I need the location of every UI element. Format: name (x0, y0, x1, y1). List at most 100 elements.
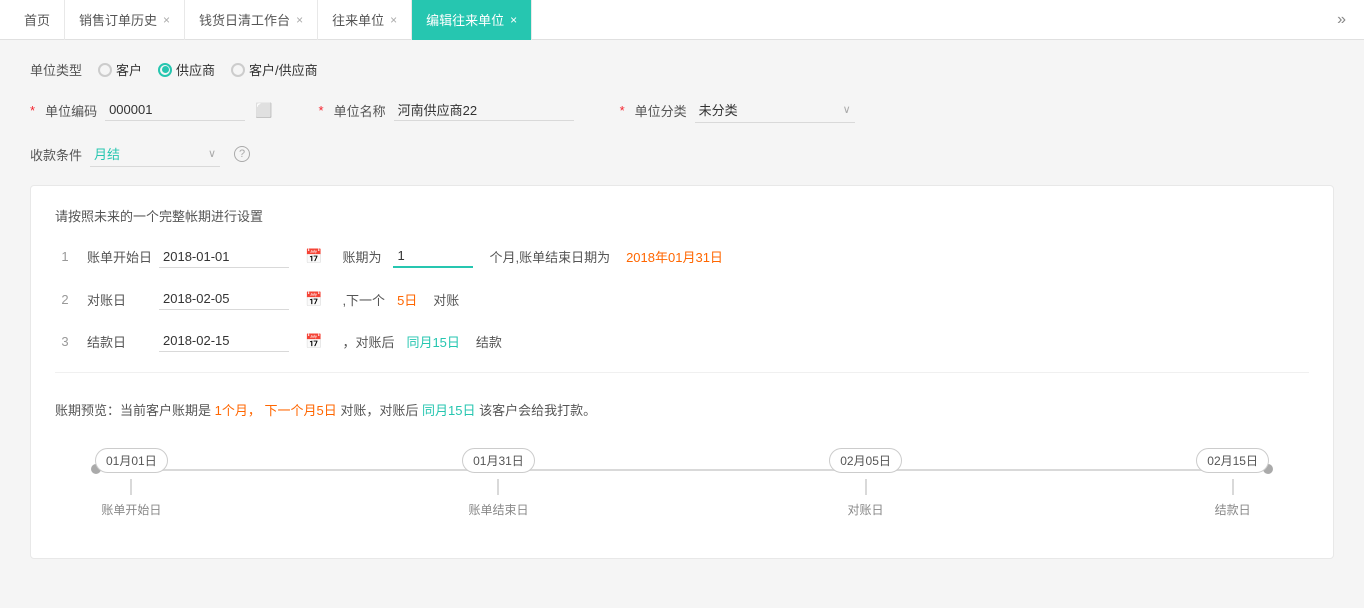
tab-cash-close[interactable]: × (296, 13, 303, 27)
payment-day-highlight: 同月15日 (406, 332, 459, 351)
timeline-nodes-row: 01月01日 账单开始日 01月31日 账单结束日 02月05日 对账 (95, 448, 1269, 518)
preview-payment: 同月15日 (422, 403, 475, 418)
billing-row-2-num: 2 (55, 292, 75, 307)
preview-period: 1个月， (215, 403, 261, 418)
unit-name-label: 单位名称 (334, 101, 386, 120)
radio-both[interactable]: 客户/供应商 (231, 60, 318, 79)
payment-suffix-pre: ，对账后 (342, 332, 394, 351)
timeline-section: 01月01日 账单开始日 01月31日 账单结束日 02月05日 对账 (55, 438, 1309, 538)
tab-home-label: 首页 (24, 10, 50, 29)
billing-reconcile-date[interactable] (159, 288, 289, 310)
billing-end-date-highlight: 2018年01月31日 (626, 247, 723, 266)
timeline-label-4: 结款日 (1215, 501, 1251, 518)
billing-start-cal-icon[interactable]: 📅 (305, 248, 322, 265)
unit-category-select[interactable]: 未分类 ∨ (695, 97, 855, 123)
billing-row-1-num: 1 (55, 249, 75, 264)
timeline-badge-3: 02月05日 (829, 448, 902, 473)
timeline-badge-2: 01月31日 (462, 448, 535, 473)
billing-payment-cal-icon[interactable]: 📅 (305, 333, 322, 350)
payment-cond-label: 收款条件 (30, 145, 82, 164)
tab-sales-history[interactable]: 销售订单历史 × (65, 0, 185, 40)
unit-code-input[interactable] (105, 99, 245, 121)
help-icon[interactable]: ? (234, 146, 250, 162)
page-content: 单位类型 客户 供应商 客户/供应商 * 单位编码 ⬜ * 单位名称 (0, 40, 1364, 608)
billing-start-label: 账单开始日 (87, 247, 147, 266)
timeline-node-1: 01月01日 账单开始日 (95, 448, 168, 518)
unit-type-radio-group: 客户 供应商 客户/供应商 (98, 60, 318, 79)
tabs-bar: 首页 销售订单历史 × 钱货日清工作台 × 往来单位 × 编辑往来单位 × » (0, 0, 1364, 40)
preview-reconcile-text: 对账，对账后 (340, 403, 418, 418)
section-title: 请按照未来的一个完整帐期进行设置 (55, 206, 1309, 225)
unit-info-row: * 单位编码 ⬜ * 单位名称 * 单位分类 未分类 ∨ (30, 97, 1334, 123)
tab-edit-unit[interactable]: 编辑往来单位 × (412, 0, 532, 40)
billing-row-1: 1 账单开始日 📅 账期为 个月,账单结束日期为 2018年01月31日 (55, 245, 1309, 268)
tab-sales-close[interactable]: × (163, 13, 170, 27)
reconcile-day-highlight: 5日 (397, 290, 417, 309)
category-required-star: * (620, 103, 625, 118)
unit-type-row: 单位类型 客户 供应商 客户/供应商 (30, 60, 1334, 79)
payment-cond-value: 月结 (94, 144, 204, 163)
name-required-star: * (319, 103, 324, 118)
billing-payment-date[interactable] (159, 330, 289, 352)
billing-row-3: 3 结款日 📅 ，对账后 同月15日 结款 (55, 330, 1309, 352)
timeline-node-2: 01月31日 账单结束日 (462, 448, 535, 518)
billing-reconcile-cal-icon[interactable]: 📅 (305, 291, 322, 308)
radio-supplier[interactable]: 供应商 (158, 60, 215, 79)
unit-category-label: 单位分类 (635, 101, 687, 120)
reconcile-suffix-post: 对账 (433, 290, 459, 309)
billing-row-2: 2 对账日 📅 ,下一个 5日 对账 (55, 288, 1309, 310)
tab-edit-label: 编辑往来单位 (426, 10, 504, 29)
timeline-track (95, 469, 1269, 471)
reconcile-suffix-pre: ,下一个 (342, 290, 385, 309)
unit-code-copy-icon[interactable]: ⬜ (255, 102, 272, 119)
code-required-star: * (30, 103, 35, 118)
radio-supplier-label: 供应商 (176, 60, 215, 79)
timeline-label-1: 账单开始日 (101, 501, 161, 518)
tab-partner-close[interactable]: × (390, 13, 397, 27)
radio-both-circle (231, 63, 245, 77)
unit-name-input[interactable] (394, 99, 574, 121)
radio-supplier-circle (158, 63, 172, 77)
tab-edit-close[interactable]: × (510, 13, 517, 27)
timeline-container: 01月01日 账单开始日 01月31日 账单结束日 02月05日 对账 (55, 448, 1309, 518)
unit-code-label: 单位编码 (45, 101, 97, 120)
preview-end-text: 该客户会给我打款。 (479, 403, 596, 418)
payment-cond-chevron-icon: ∨ (208, 147, 216, 160)
payment-suffix-post: 结款 (476, 332, 502, 351)
tab-cash-label: 钱货日清工作台 (199, 10, 290, 29)
tab-partner-unit[interactable]: 往来单位 × (318, 0, 412, 40)
preview-reconcile: 下一个月5日 (265, 403, 337, 418)
payment-cond-select[interactable]: 月结 ∨ (90, 141, 220, 167)
radio-customer-label: 客户 (116, 60, 142, 79)
preview-text: 账期预览：当前客户账期是 1个月， 下一个月5日 对账，对账后 同月15日 该客… (55, 387, 1309, 438)
preview-label: 账期预览：当前客户账期是 (55, 403, 211, 418)
timeline-label-3: 对账日 (848, 501, 884, 518)
payment-cond-row: 收款条件 月结 ∨ ? (30, 141, 1334, 167)
unit-code-field-group: ⬜ (105, 99, 272, 121)
billing-row-3-num: 3 (55, 334, 75, 349)
timeline-badge-1: 01月01日 (95, 448, 168, 473)
timeline-node-4: 02月15日 结款日 (1196, 448, 1269, 518)
tab-cash-work[interactable]: 钱货日清工作台 × (185, 0, 318, 40)
timeline-label-2: 账单结束日 (468, 501, 528, 518)
tab-expand-btn[interactable]: » (1329, 11, 1354, 29)
radio-customer[interactable]: 客户 (98, 60, 142, 79)
radio-customer-circle (98, 63, 112, 77)
timeline-connector-4 (1232, 479, 1234, 495)
billing-start-date[interactable] (159, 246, 289, 268)
category-chevron-icon: ∨ (843, 103, 851, 116)
billing-period-input[interactable] (393, 245, 473, 268)
billing-period-pre: 账期为 (342, 247, 381, 266)
section-divider (55, 372, 1309, 373)
tab-partner-label: 往来单位 (332, 10, 384, 29)
timeline-node-3: 02月05日 对账日 (829, 448, 902, 518)
unit-category-value: 未分类 (699, 100, 839, 119)
timeline-connector-1 (130, 479, 132, 495)
billing-payment-label: 结款日 (87, 332, 147, 351)
billing-reconcile-label: 对账日 (87, 290, 147, 309)
tab-sales-label: 销售订单历史 (79, 10, 157, 29)
timeline-connector-2 (497, 479, 499, 495)
timeline-connector-3 (865, 479, 867, 495)
unit-type-label: 单位类型 (30, 60, 82, 79)
tab-home[interactable]: 首页 (10, 0, 65, 40)
